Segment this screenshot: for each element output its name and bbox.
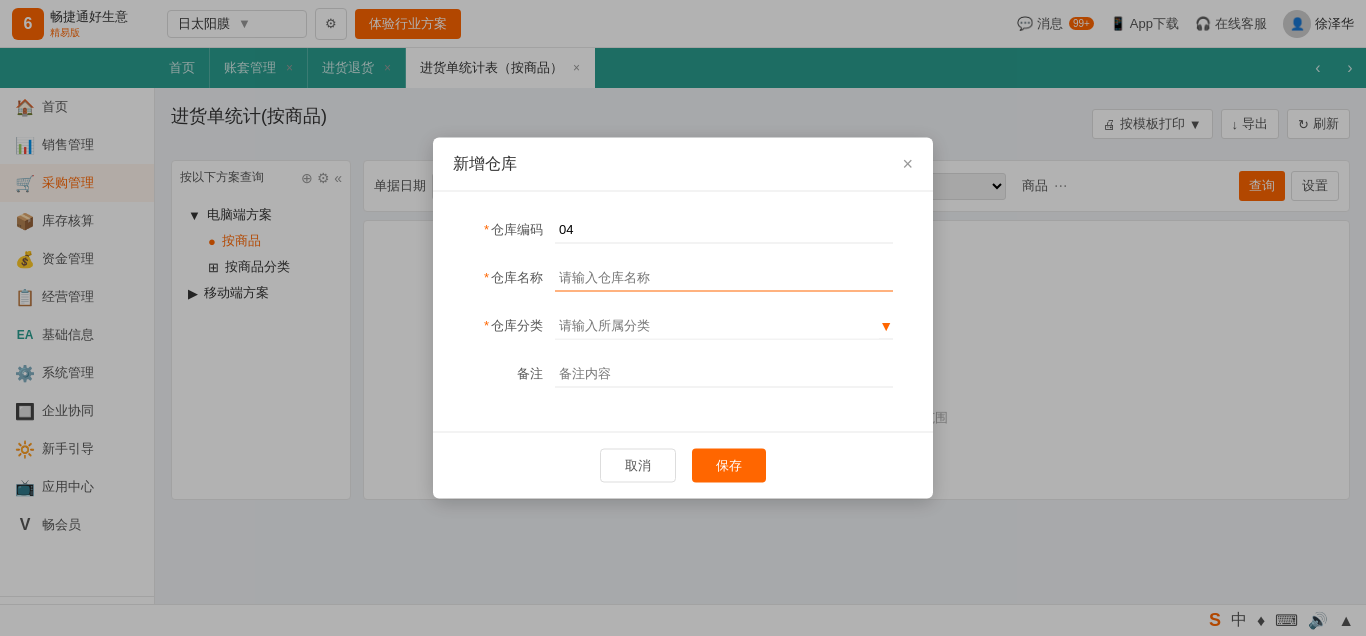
- dialog-title: 新增仓库: [453, 154, 517, 175]
- warehouse-code-field: 仓库编码: [473, 216, 893, 244]
- save-button[interactable]: 保存: [692, 449, 766, 483]
- dialog-close-btn[interactable]: ×: [902, 154, 913, 175]
- warehouse-code-input[interactable]: [555, 216, 893, 244]
- warehouse-name-input[interactable]: [555, 264, 893, 292]
- warehouse-remark-label: 备注: [473, 365, 543, 383]
- warehouse-name-label: 仓库名称: [473, 269, 543, 287]
- new-warehouse-dialog: 新增仓库 × 仓库编码 仓库名称 仓库分类 ▼ 备注 取消 保存: [433, 138, 933, 499]
- warehouse-remark-field: 备注: [473, 360, 893, 388]
- dialog-footer: 取消 保存: [433, 432, 933, 499]
- warehouse-code-label: 仓库编码: [473, 221, 543, 239]
- warehouse-remark-input[interactable]: [555, 360, 893, 388]
- dialog-body: 仓库编码 仓库名称 仓库分类 ▼ 备注: [433, 192, 933, 432]
- warehouse-category-field: 仓库分类 ▼: [473, 312, 893, 340]
- warehouse-name-field: 仓库名称: [473, 264, 893, 292]
- category-dropdown-arrow[interactable]: ▼: [879, 317, 893, 333]
- warehouse-category-select-wrap: ▼: [555, 312, 893, 340]
- dialog-header: 新增仓库 ×: [433, 138, 933, 192]
- warehouse-category-label: 仓库分类: [473, 317, 543, 335]
- cancel-button[interactable]: 取消: [600, 449, 676, 483]
- warehouse-category-input[interactable]: [555, 312, 879, 339]
